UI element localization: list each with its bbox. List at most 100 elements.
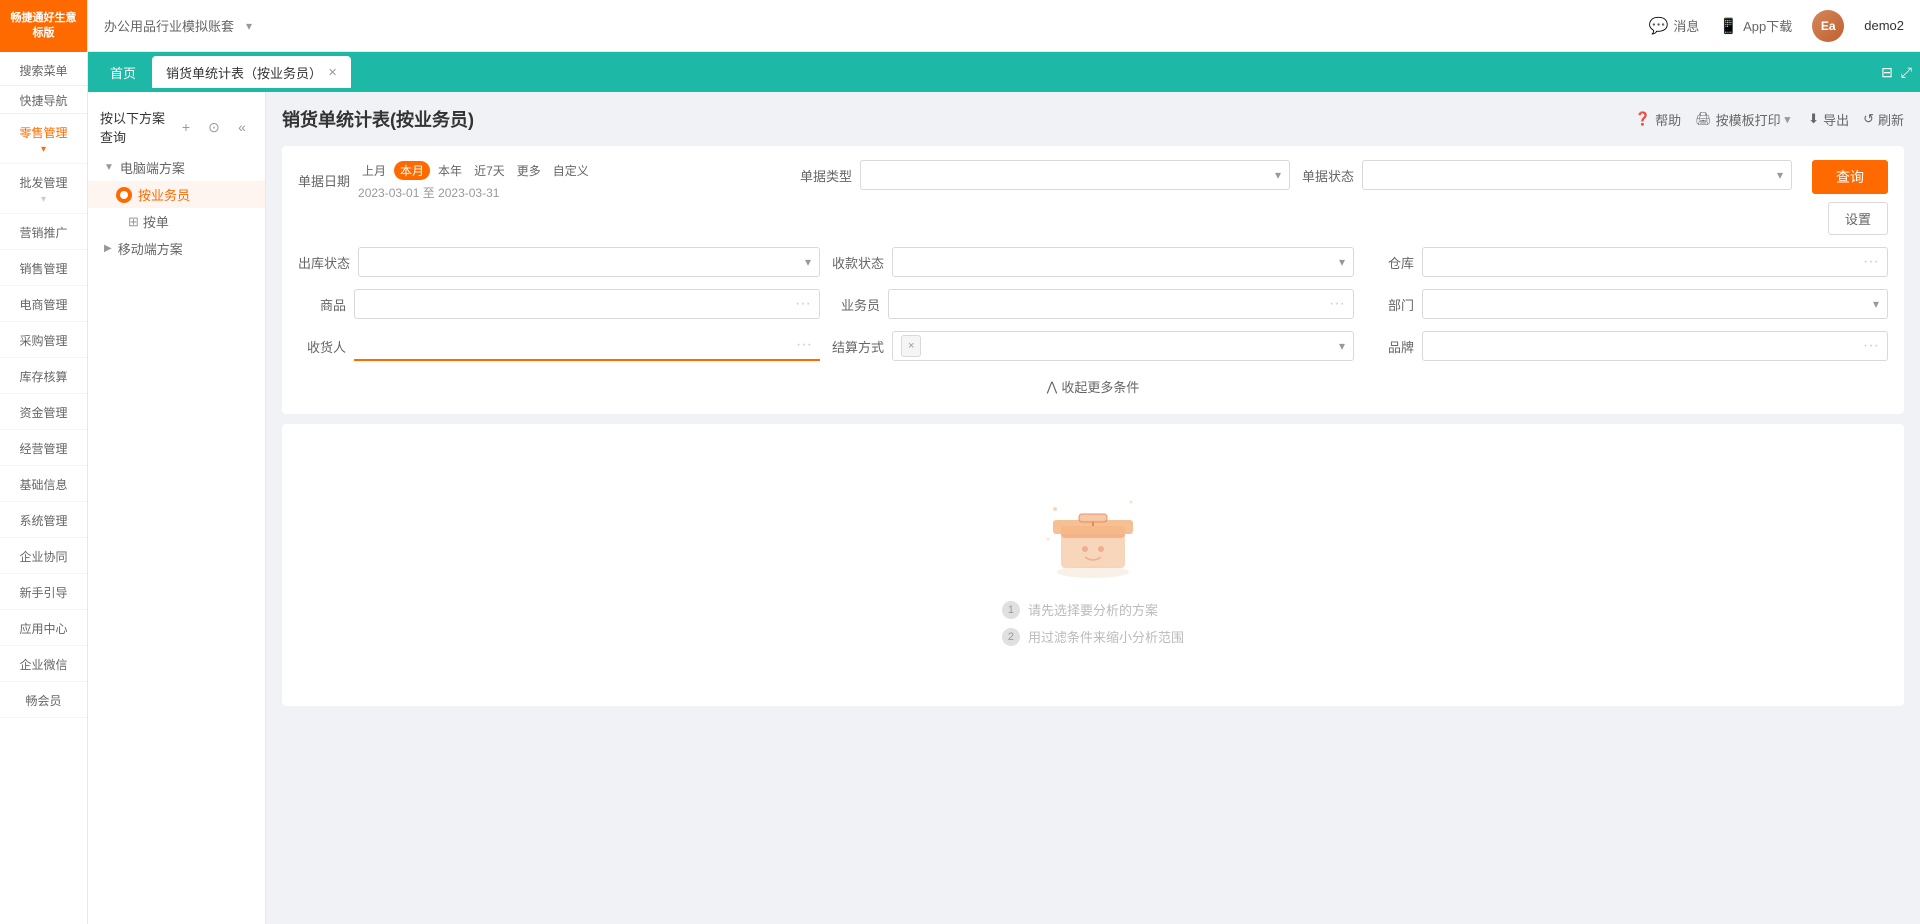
user-avatar[interactable]: Ea xyxy=(1812,10,1844,42)
header-right: 💬 消息 📱 App下载 Ea demo2 xyxy=(1648,10,1904,42)
user-name[interactable]: demo2 xyxy=(1864,18,1904,33)
receiver-control[interactable]: ··· xyxy=(354,331,820,361)
out-status-arrow: ▾ xyxy=(805,255,811,269)
collapse-arrow-icon: ⋀ xyxy=(1047,379,1058,395)
refresh-icon: ↺ xyxy=(1863,111,1874,127)
goods-control[interactable]: ··· xyxy=(354,289,820,319)
sidebar-item-ecommerce[interactable]: 电商管理 xyxy=(0,286,87,322)
panel-title: 按以下方案查询 xyxy=(100,108,175,146)
empty-step-1: 1 请先选择要分析的方案 xyxy=(1002,600,1184,619)
sidebar-item-label: 系统管理 xyxy=(19,512,67,529)
app-download-icon: 📱 xyxy=(1719,17,1738,35)
settings-button[interactable]: 设置 xyxy=(1828,202,1888,235)
collect-status-control[interactable]: ▾ xyxy=(892,247,1354,277)
sidebar-item-inventory[interactable]: 库存核算 xyxy=(0,358,87,394)
print-template-group: 🖨 按模板打印 ▾ xyxy=(1695,110,1794,129)
sidebar-item-label: 基础信息 xyxy=(19,476,67,493)
date-tab-thismonth[interactable]: 本月 xyxy=(394,161,430,180)
warehouse-label: 仓库 xyxy=(1366,253,1414,272)
tree-item-salesperson[interactable]: 按业务员 xyxy=(88,181,265,208)
sidebar-logo[interactable]: 畅捷通好生意 标版 xyxy=(0,0,87,52)
sidebar-item-purchase[interactable]: 采购管理 xyxy=(0,322,87,358)
settlement-tag: × xyxy=(901,335,921,357)
collapse-btn[interactable]: ⋀ 收起更多条件 xyxy=(1035,373,1152,400)
help-btn[interactable]: ❓ 帮助 xyxy=(1635,110,1681,129)
filter-settlement: 结算方式 × ▾ xyxy=(832,331,1354,361)
sidebar-quicknav[interactable]: 快捷导航 xyxy=(0,86,87,114)
export-btn[interactable]: ⬇ 导出 xyxy=(1808,110,1849,129)
filter-row-2: 出库状态 ▾ 收款状态 ▾ 仓库 xyxy=(298,247,1888,277)
tab-minimize-icon[interactable]: ⊟ xyxy=(1881,64,1893,81)
tab-close-icon[interactable]: ✕ xyxy=(328,66,337,79)
sidebar-search[interactable]: 搜索菜单 xyxy=(0,52,87,86)
sidebar-item-operations[interactable]: 经营管理 xyxy=(0,430,87,466)
out-status-control[interactable]: ▾ xyxy=(358,247,820,277)
sidebar-item-wholesale[interactable]: 批发管理 ▾ xyxy=(0,164,87,214)
sidebar-item-label: 批发管理 xyxy=(19,174,67,191)
filter-section: 单据日期 上月 本月 本年 近7天 更多 自定义 2023-03-01 至 20… xyxy=(282,146,1904,414)
tab-expand-icon[interactable]: ⤢ xyxy=(1901,64,1912,81)
sidebar-item-appcenter[interactable]: 应用中心 xyxy=(0,610,87,646)
filter-department: 部门 ▾ xyxy=(1366,289,1888,319)
tree-item-salesperson-label: 按业务员 xyxy=(138,185,190,204)
collapse-label: 收起更多条件 xyxy=(1061,377,1139,396)
plus-icon: + xyxy=(182,119,190,135)
results-area: 1 请先选择要分析的方案 2 用过滤条件来缩小分析范围 xyxy=(282,424,1904,706)
sidebar-item-basicinfo[interactable]: 基础信息 xyxy=(0,466,87,502)
settlement-control[interactable]: × ▾ xyxy=(892,331,1354,361)
app-download-action[interactable]: 📱 App下载 xyxy=(1719,16,1792,35)
sidebar-item-corpwechat[interactable]: 企业微信 xyxy=(0,646,87,682)
warehouse-control[interactable]: ··· xyxy=(1422,247,1888,277)
tree-group-desktop[interactable]: ▼ 电脑端方案 xyxy=(88,154,265,181)
refresh-btn[interactable]: ↺ 刷新 xyxy=(1863,110,1904,129)
brand-control[interactable]: ··· xyxy=(1422,331,1888,361)
panel-settings-btn[interactable]: ⊙ xyxy=(203,116,225,138)
sidebar-item-finance[interactable]: 资金管理 xyxy=(0,394,87,430)
sidebar-item-marketing[interactable]: 营销推广 xyxy=(0,214,87,250)
bill-status-control[interactable]: ▾ xyxy=(1362,160,1792,190)
panel-add-btn[interactable]: + xyxy=(175,116,197,138)
sidebar-item-sales[interactable]: 销售管理 xyxy=(0,250,87,286)
filter-row-3: 商品 ··· 业务员 ··· 部门 xyxy=(298,289,1888,319)
tree-item-bill-label: 按单 xyxy=(143,212,169,231)
sidebar-item-system[interactable]: 系统管理 xyxy=(0,502,87,538)
empty-step-2: 2 用过滤条件来缩小分析范围 xyxy=(1002,627,1184,646)
collapse-left-icon: « xyxy=(238,119,246,135)
filter-brand: 品牌 ··· xyxy=(1366,331,1888,361)
bill-type-control[interactable]: ▾ xyxy=(860,160,1290,190)
sidebar-item-member[interactable]: 畅会员 xyxy=(0,682,87,718)
sidebar-item-label: 经营管理 xyxy=(19,440,67,457)
date-filter-control: 上月 本月 本年 近7天 更多 自定义 2023-03-01 至 2023-03… xyxy=(358,160,788,201)
salesperson-control[interactable]: ··· xyxy=(888,289,1354,319)
tree-group-mobile[interactable]: ▶ 移动端方案 xyxy=(88,235,265,262)
tree-item-bill-icon: ⊞ xyxy=(128,214,139,230)
empty-steps: 1 请先选择要分析的方案 2 用过滤条件来缩小分析范围 xyxy=(1002,600,1184,646)
sidebar-item-retail[interactable]: 零售管理 ▾ xyxy=(0,114,87,164)
message-action[interactable]: 💬 消息 xyxy=(1648,16,1699,36)
sidebar-item-enterprise[interactable]: 企业协同 xyxy=(0,538,87,574)
settlement-tag-close[interactable]: × xyxy=(908,340,914,352)
tab-home[interactable]: 首页 xyxy=(96,56,150,88)
date-tab-custom[interactable]: 自定义 xyxy=(549,160,593,181)
sidebar: 畅捷通好生意 标版 搜索菜单 快捷导航 零售管理 ▾ 批发管理 ▾ 营销推广 销… xyxy=(0,0,88,924)
department-control[interactable]: ▾ xyxy=(1422,289,1888,319)
receiver-dots: ··· xyxy=(796,336,812,354)
panel-collapse-btn[interactable]: « xyxy=(231,116,253,138)
date-tab-lastmonth[interactable]: 上月 xyxy=(358,160,390,181)
tab-sales-stats[interactable]: 销货单统计表（按业务员） ✕ xyxy=(152,56,351,88)
panel-header: 按以下方案查询 + ⊙ « xyxy=(88,102,265,154)
date-tab-7days[interactable]: 近7天 xyxy=(470,160,509,181)
header-dropdown-icon[interactable]: ▾ xyxy=(246,19,252,33)
print-label: 按模板打印 xyxy=(1716,110,1781,129)
goods-dots: ··· xyxy=(795,295,811,313)
page-title-text: 销货单统计表(按业务员) xyxy=(282,106,474,132)
query-button[interactable]: 查询 xyxy=(1812,160,1888,194)
print-dropdown-arrow[interactable]: ▾ xyxy=(1781,113,1795,126)
filter-bill-status: 单据状态 ▾ xyxy=(1302,160,1792,190)
brand-dots: ··· xyxy=(1863,337,1879,355)
tree-item-bill[interactable]: ⊞ 按单 xyxy=(88,208,265,235)
date-tab-more[interactable]: 更多 xyxy=(513,160,545,181)
sidebar-item-newbie[interactable]: 新手引导 xyxy=(0,574,87,610)
print-template-btn[interactable]: 🖨 按模板打印 xyxy=(1695,110,1781,129)
date-tab-thisyear[interactable]: 本年 xyxy=(434,160,466,181)
